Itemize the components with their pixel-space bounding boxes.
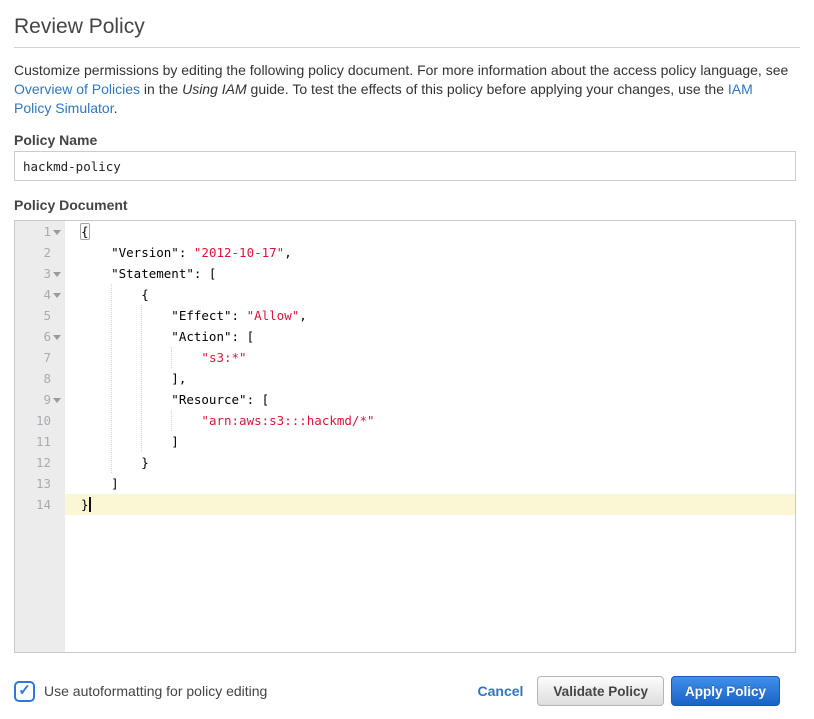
editor-code[interactable]: { "Version": "2012-10-17", "Statement": …	[65, 221, 795, 652]
fold-toggle-icon[interactable]	[51, 263, 63, 284]
code-line[interactable]: "arn:aws:s3:::hackmd/*"	[65, 410, 795, 431]
code-line[interactable]: "Statement": [	[65, 263, 795, 284]
editor-gutter[interactable]: 1234567891011121314	[15, 221, 65, 652]
fold-toggle-icon[interactable]	[51, 221, 63, 242]
gutter-line-number: 11	[15, 431, 65, 452]
autoformat-option: ✓ Use autoformatting for policy editing	[14, 681, 267, 702]
intro-text: .	[114, 100, 118, 116]
code-line[interactable]: ]	[65, 473, 795, 494]
autoformat-checkbox-label[interactable]: Use autoformatting for policy editing	[44, 683, 267, 699]
code-line[interactable]: {	[65, 284, 795, 305]
gutter-line-number: 13	[15, 473, 65, 494]
code-line[interactable]: "s3:*"	[65, 347, 795, 368]
gutter-line-number: 6	[15, 326, 65, 347]
intro-text: in the	[140, 81, 182, 97]
apply-policy-button[interactable]: Apply Policy	[671, 676, 780, 706]
gutter-line-number: 3	[15, 263, 65, 284]
gutter-line-number: 12	[15, 452, 65, 473]
text-cursor	[89, 497, 91, 512]
policy-name-label: Policy Name	[14, 132, 97, 148]
cancel-link[interactable]: Cancel	[478, 683, 524, 699]
policy-document-editor[interactable]: 1234567891011121314 { "Version": "2012-1…	[14, 220, 796, 653]
code-line[interactable]: ],	[65, 368, 795, 389]
gutter-line-number: 14	[15, 494, 65, 515]
title-divider	[14, 47, 800, 48]
code-line[interactable]: "Resource": [	[65, 389, 795, 410]
fold-toggle-icon[interactable]	[51, 389, 63, 410]
fold-toggle-icon[interactable]	[51, 326, 63, 347]
code-line[interactable]: }	[65, 452, 795, 473]
overview-of-policies-link[interactable]: Overview of Policies	[14, 81, 140, 97]
checkmark-icon: ✓	[18, 683, 31, 698]
gutter-line-number: 5	[15, 305, 65, 326]
intro-text: guide. To test the effects of this polic…	[247, 81, 728, 97]
fold-toggle-icon[interactable]	[51, 284, 63, 305]
policy-document-label: Policy Document	[14, 197, 128, 213]
gutter-line-number: 8	[15, 368, 65, 389]
footer-bar: ✓ Use autoformatting for policy editing …	[14, 676, 796, 706]
page-title: Review Policy	[14, 15, 145, 39]
gutter-line-number: 10	[15, 410, 65, 431]
intro-text: Customize permissions by editing the fol…	[14, 62, 788, 78]
code-line[interactable]: ]	[65, 431, 795, 452]
code-line-active[interactable]: }	[65, 494, 795, 515]
validate-policy-button[interactable]: Validate Policy	[537, 676, 664, 706]
autoformat-checkbox[interactable]: ✓	[14, 681, 35, 702]
review-policy-page: Review Policy Customize permissions by e…	[0, 0, 814, 719]
code-line[interactable]: "Effect": "Allow",	[65, 305, 795, 326]
using-iam-guide-name: Using IAM	[182, 81, 247, 97]
code-line[interactable]: {	[65, 221, 795, 242]
gutter-line-number: 7	[15, 347, 65, 368]
action-buttons: Cancel Validate Policy Apply Policy	[478, 676, 781, 706]
gutter-line-number: 1	[15, 221, 65, 242]
code-line[interactable]: "Version": "2012-10-17",	[65, 242, 795, 263]
code-line[interactable]: "Action": [	[65, 326, 795, 347]
gutter-line-number: 2	[15, 242, 65, 263]
gutter-line-number: 4	[15, 284, 65, 305]
gutter-line-number: 9	[15, 389, 65, 410]
intro-paragraph: Customize permissions by editing the fol…	[14, 61, 792, 118]
policy-name-input[interactable]	[14, 151, 796, 181]
